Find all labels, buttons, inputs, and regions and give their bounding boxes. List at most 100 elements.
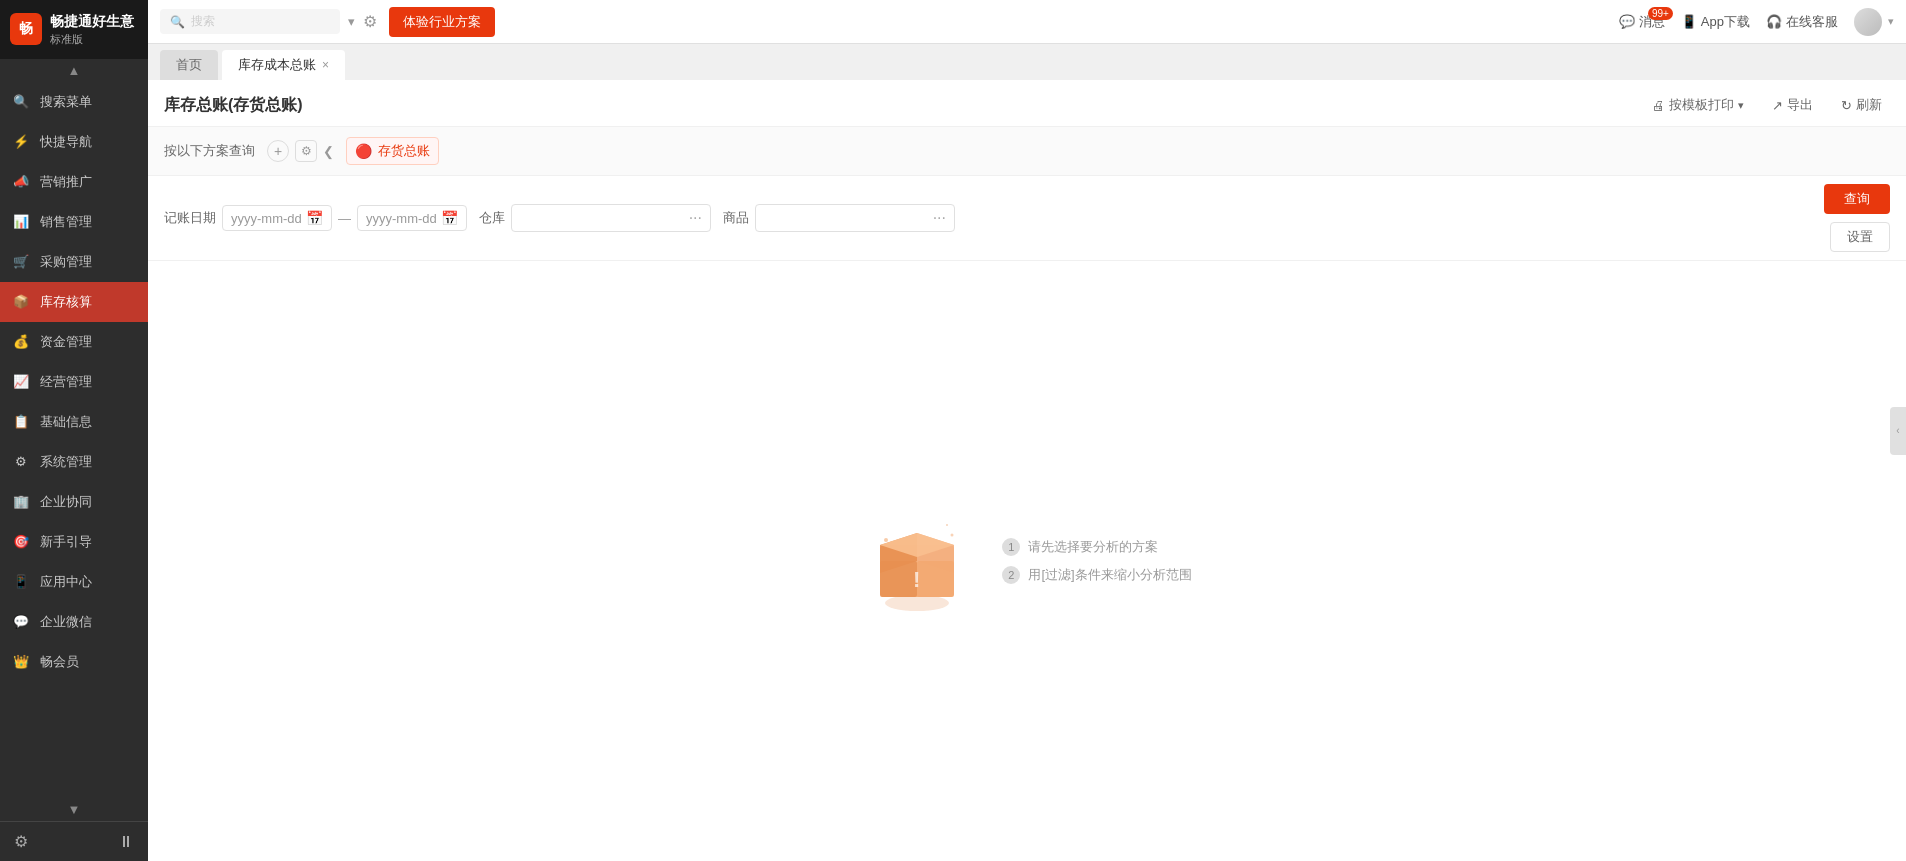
date-start-input[interactable]: yyyy-mm-dd 📅 xyxy=(222,205,332,231)
filter-add-btn[interactable]: + xyxy=(267,140,289,162)
scheme-item-inventory[interactable]: 🔴 存货总账 xyxy=(346,137,439,165)
product-select[interactable]: ··· xyxy=(755,204,955,232)
sidebar: 畅 畅捷通好生意 标准版 ▲ 🔍 搜索菜单 ⚡ 快捷导航 📣 营销推广 📊 销售… xyxy=(0,0,148,861)
page-content: 库存总账(存货总账) 🖨 按模板打印 ▾ ↗ 导出 ↻ 刷新 按以下方案查询 xyxy=(148,80,1906,861)
filter-row: 记账日期 yyyy-mm-dd 📅 — yyyy-mm-dd 📅 仓库 ··· xyxy=(148,176,1906,261)
topbar-online-support[interactable]: 🎧 在线客服 xyxy=(1766,13,1838,31)
svg-point-10 xyxy=(946,524,948,526)
sidebar-item-sales[interactable]: 📊 销售管理 xyxy=(0,202,148,242)
industry-btn[interactable]: 体验行业方案 xyxy=(389,7,495,37)
sidebar-item-finance[interactable]: 💰 资金管理 xyxy=(0,322,148,362)
refresh-icon: ↻ xyxy=(1841,98,1852,113)
settings-footer-icon[interactable]: ⚙ xyxy=(14,832,28,851)
settings-button[interactable]: 设置 xyxy=(1830,222,1890,252)
svg-point-8 xyxy=(884,538,888,542)
topbar-search-icon: 🔍 xyxy=(170,15,185,29)
empty-state: ! 1 请先选择要分析的方案 2 用[过滤]条件来缩小分析范围 xyxy=(148,261,1906,861)
logo-text: 畅捷通好生意 标准版 xyxy=(50,12,134,47)
phone-icon: 📱 xyxy=(1681,14,1697,29)
avatar xyxy=(1854,8,1882,36)
logo-icon: 畅 xyxy=(10,13,42,45)
topbar-dropdown-arrow[interactable]: ▾ xyxy=(348,14,355,29)
calendar-end-icon: 📅 xyxy=(441,210,458,226)
topbar-search-box[interactable]: 🔍 搜索 xyxy=(160,9,340,34)
enterprise-icon: 🏢 xyxy=(12,493,30,511)
sidebar-item-apps[interactable]: 📱 应用中心 xyxy=(0,562,148,602)
sidebar-logo: 畅 畅捷通好生意 标准版 xyxy=(0,0,148,59)
date-filter-field: 记账日期 yyyy-mm-dd 📅 — yyyy-mm-dd 📅 xyxy=(164,205,467,231)
tabs-bar: 首页 库存成本总账 × xyxy=(148,44,1906,80)
svg-text:!: ! xyxy=(913,567,920,592)
sidebar-item-search[interactable]: 🔍 搜索菜单 xyxy=(0,82,148,122)
filter-area: 按以下方案查询 + ⚙ ❮ 🔴 存货总账 xyxy=(148,127,1906,176)
filter-label: 按以下方案查询 xyxy=(164,142,255,160)
filter-collapse-btn[interactable]: ❮ xyxy=(323,144,334,159)
wechat-icon: 💬 xyxy=(12,613,30,631)
finance-icon: 💰 xyxy=(12,333,30,351)
sidebar-item-purchase[interactable]: 🛒 采购管理 xyxy=(0,242,148,282)
date-label: 记账日期 xyxy=(164,209,216,227)
svg-point-0 xyxy=(885,595,949,611)
sidebar-item-basic[interactable]: 📋 基础信息 xyxy=(0,402,148,442)
sidebar-scroll-up[interactable]: ▲ xyxy=(0,59,148,82)
main-area: 🔍 搜索 ▾ ⚙ 体验行业方案 💬 消息 99+ 📱 App下载 🎧 在线客服 … xyxy=(148,0,1906,861)
warehouse-select[interactable]: ··· xyxy=(511,204,711,232)
message-badge: 99+ xyxy=(1648,7,1673,20)
user-chevron-icon: ▾ xyxy=(1888,15,1894,28)
sidebar-scroll-down[interactable]: ▼ xyxy=(0,798,148,821)
apps-icon: 📱 xyxy=(12,573,30,591)
print-dropdown-icon: ▾ xyxy=(1738,99,1744,112)
sidebar-item-shortcut[interactable]: ⚡ 快捷导航 xyxy=(0,122,148,162)
sidebar-item-enterprise[interactable]: 🏢 企业协同 xyxy=(0,482,148,522)
topbar-app-download[interactable]: 📱 App下载 xyxy=(1681,13,1750,31)
sidebar-item-inventory[interactable]: 📦 库存核算 xyxy=(0,282,148,322)
purchase-icon: 🛒 xyxy=(12,253,30,271)
scheme-icon: 🔴 xyxy=(355,143,372,159)
topbar-settings-icon[interactable]: ⚙ xyxy=(363,12,377,31)
shortcut-icon: ⚡ xyxy=(12,133,30,151)
date-end-input[interactable]: yyyy-mm-dd 📅 xyxy=(357,205,467,231)
topbar-message[interactable]: 💬 消息 99+ xyxy=(1619,13,1665,31)
tab-home[interactable]: 首页 xyxy=(160,50,218,80)
sidebar-item-system[interactable]: ⚙ 系统管理 xyxy=(0,442,148,482)
topbar-right: 💬 消息 99+ 📱 App下载 🎧 在线客服 ▾ xyxy=(1619,8,1894,36)
sidebar-item-newbie[interactable]: 🎯 新手引导 xyxy=(0,522,148,562)
sidebar-item-marketing[interactable]: 📣 营销推广 xyxy=(0,162,148,202)
empty-hint-1: 1 请先选择要分析的方案 xyxy=(1002,538,1191,556)
sidebar-item-wechat[interactable]: 💬 企业微信 xyxy=(0,602,148,642)
svg-rect-4 xyxy=(880,561,917,597)
marketing-icon: 📣 xyxy=(12,173,30,191)
query-button[interactable]: 查询 xyxy=(1824,184,1890,214)
export-btn[interactable]: ↗ 导出 xyxy=(1764,92,1821,118)
filter-settings-icon[interactable]: ⚙ xyxy=(295,140,317,162)
right-panel-handle[interactable]: ‹ xyxy=(1890,407,1906,455)
date-separator: — xyxy=(338,211,351,226)
system-icon: ⚙ xyxy=(12,453,30,471)
sales-icon: 📊 xyxy=(12,213,30,231)
search-icon: 🔍 xyxy=(12,93,30,111)
headset-icon: 🎧 xyxy=(1766,14,1782,29)
newbie-icon: 🎯 xyxy=(12,533,30,551)
operation-icon: 📈 xyxy=(12,373,30,391)
tab-inventory-ledger[interactable]: 库存成本总账 × xyxy=(222,50,345,80)
sidebar-item-operation[interactable]: 📈 经营管理 xyxy=(0,362,148,402)
tab-close-icon[interactable]: × xyxy=(322,58,329,72)
basic-icon: 📋 xyxy=(12,413,30,431)
product-filter-field: 商品 ··· xyxy=(723,204,955,232)
inventory-icon: 📦 xyxy=(12,293,30,311)
calendar-start-icon: 📅 xyxy=(306,210,323,226)
export-icon: ↗ xyxy=(1772,98,1783,113)
sidebar-item-member[interactable]: 👑 畅会员 xyxy=(0,642,148,682)
hint-num-1: 1 xyxy=(1002,538,1020,556)
topbar-user-avatar[interactable]: ▾ xyxy=(1854,8,1894,36)
page-title: 库存总账(存货总账) xyxy=(164,95,303,116)
print-icon: 🖨 xyxy=(1652,98,1665,113)
message-icon: 💬 xyxy=(1619,14,1635,29)
topbar: 🔍 搜索 ▾ ⚙ 体验行业方案 💬 消息 99+ 📱 App下载 🎧 在线客服 … xyxy=(148,0,1906,44)
filter-right-actions: 查询 设置 xyxy=(1824,184,1890,252)
refresh-btn[interactable]: ↻ 刷新 xyxy=(1833,92,1890,118)
collapse-sidebar-icon[interactable]: ⏸ xyxy=(118,833,134,851)
product-label: 商品 xyxy=(723,209,749,227)
warehouse-label: 仓库 xyxy=(479,209,505,227)
print-btn[interactable]: 🖨 按模板打印 ▾ xyxy=(1644,92,1752,118)
